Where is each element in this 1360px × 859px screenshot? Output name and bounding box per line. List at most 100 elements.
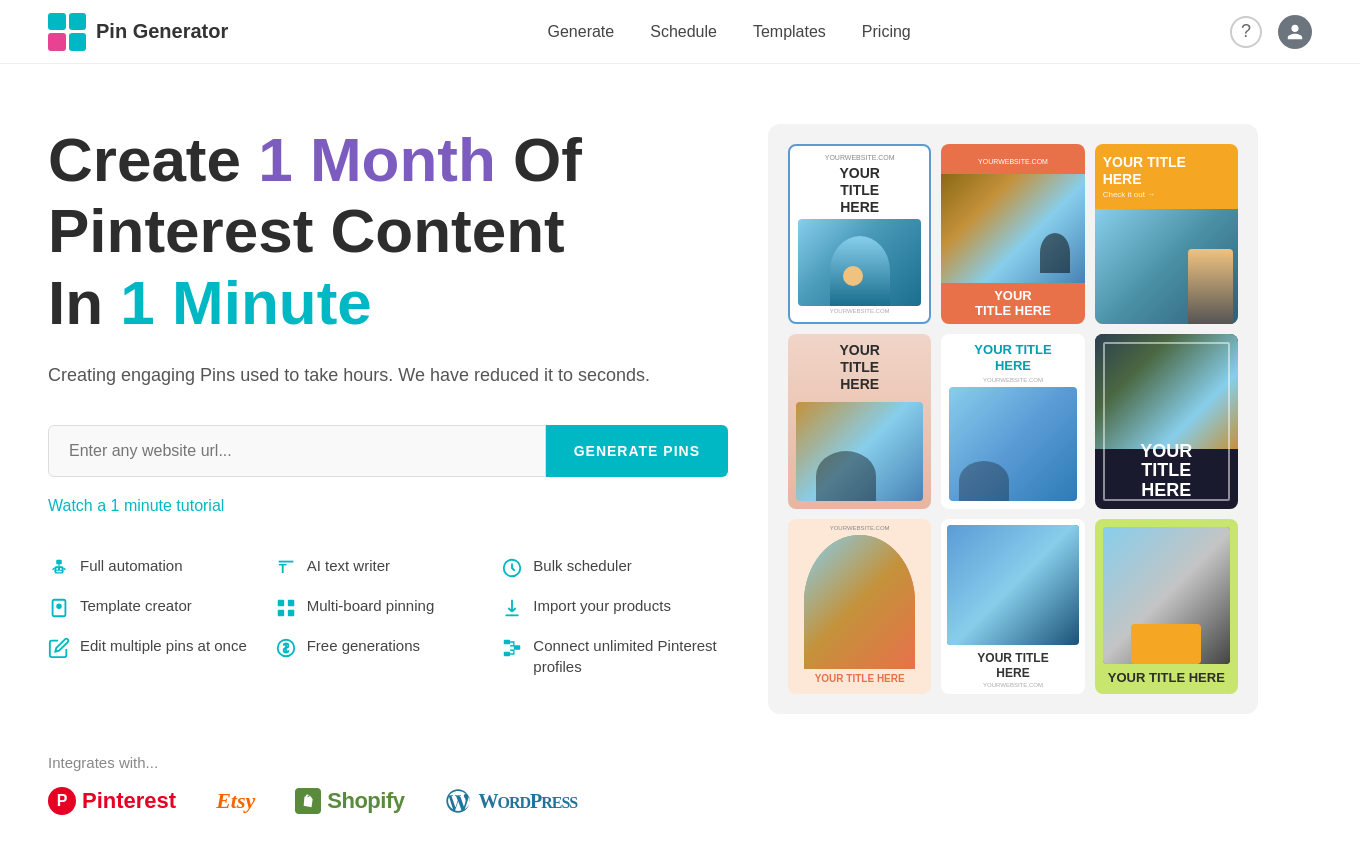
pin1-site2: YOURWEBSITE.COM bbox=[830, 308, 890, 314]
feature-ai-text-label: AI text writer bbox=[307, 555, 390, 576]
nav-schedule[interactable]: Schedule bbox=[650, 23, 717, 41]
user-button[interactable] bbox=[1278, 15, 1312, 49]
etsy-logo: Etsy bbox=[216, 788, 255, 814]
svg-rect-12 bbox=[287, 600, 293, 606]
pin1-image bbox=[798, 219, 921, 306]
feature-full-automation: Full automation bbox=[48, 555, 275, 579]
pin-card-6: YOURTITLEHERE bbox=[1095, 334, 1238, 509]
pin-card-4: YOURTITLEHERE bbox=[788, 334, 931, 509]
pin3-title-area: YOUR TITLEHERE Check it out → bbox=[1095, 144, 1238, 209]
templates-preview: YOURWEBSITE.COM YOURTITLEHERE YOURWEBSIT… bbox=[768, 124, 1258, 714]
feature-edit-multiple-text: Edit multiple pins at once bbox=[80, 635, 247, 656]
pin-card-9: YOUR TITLE HERE bbox=[1095, 519, 1238, 694]
pin2-header-text: YOURWEBSITE.COM bbox=[978, 158, 1048, 165]
pin2-title: YOURTITLE HERE bbox=[941, 283, 1084, 324]
logo-icon bbox=[48, 13, 86, 51]
pin8-image bbox=[947, 525, 1078, 645]
pin-card-2: YOURWEBSITE.COM YOURTITLE HERE bbox=[941, 144, 1084, 324]
svg-line-6 bbox=[53, 568, 55, 570]
hero-title: Create 1 Month OfPinterest ContentIn 1 M… bbox=[48, 124, 728, 338]
pins-grid: YOURWEBSITE.COM YOURTITLEHERE YOURWEBSIT… bbox=[788, 144, 1238, 694]
hero-input-row: GENERATE PINS bbox=[48, 425, 728, 477]
download-icon bbox=[501, 597, 523, 619]
pin-card-3: YOUR TITLEHERE Check it out → bbox=[1095, 144, 1238, 324]
pin3-image bbox=[1095, 209, 1238, 324]
pin1-title: YOURTITLEHERE bbox=[798, 165, 921, 215]
feature-template-creator: Template creator bbox=[48, 595, 275, 619]
svg-text:T: T bbox=[278, 560, 286, 575]
feature-free-generations-text: Free generations bbox=[307, 635, 420, 656]
nav-generate[interactable]: Generate bbox=[548, 23, 615, 41]
pin7-image bbox=[804, 535, 915, 669]
grid-icon bbox=[275, 597, 297, 619]
url-input[interactable] bbox=[48, 425, 546, 477]
connect-icon bbox=[501, 637, 523, 659]
hero-subtitle: Creating engaging Pins used to take hour… bbox=[48, 362, 728, 389]
generate-button[interactable]: GENERATE PINS bbox=[546, 425, 728, 477]
pin-card-5: YOUR TITLEHERE YOURWEBSITE.COM bbox=[941, 334, 1084, 509]
nav-right: ? bbox=[1230, 15, 1312, 49]
shopify-logo: Shopify bbox=[295, 788, 404, 814]
wordpress-logo: WORDPRESS bbox=[444, 787, 577, 815]
svg-rect-13 bbox=[277, 610, 283, 616]
help-button[interactable]: ? bbox=[1230, 16, 1262, 48]
svg-rect-0 bbox=[54, 566, 63, 573]
nav-templates[interactable]: Templates bbox=[753, 23, 826, 41]
pin1-site: YOURWEBSITE.COM bbox=[798, 154, 921, 161]
logo[interactable]: Pin Generator bbox=[48, 13, 228, 51]
integrations-section: Integrates with... P Pinterest Etsy Shop… bbox=[0, 754, 1360, 855]
wordpress-label: WORDPRESS bbox=[478, 790, 577, 813]
svg-rect-14 bbox=[287, 610, 293, 616]
wordpress-icon bbox=[444, 787, 472, 815]
nav-pricing[interactable]: Pricing bbox=[862, 23, 911, 41]
svg-rect-11 bbox=[277, 600, 283, 606]
hero-accent1: 1 Month bbox=[258, 125, 496, 194]
hero-title-part1: Create bbox=[48, 125, 258, 194]
feature-import-products: Import your products bbox=[501, 595, 728, 619]
pin3-subtitle: Check it out → bbox=[1103, 190, 1230, 199]
pin8-title: YOUR TITLEHERE bbox=[947, 651, 1078, 680]
pin7-title: YOUR TITLE HERE bbox=[798, 673, 921, 684]
pin9-title: YOUR TITLE HERE bbox=[1103, 670, 1230, 686]
pin6-title: YOURTITLEHERE bbox=[1140, 442, 1192, 501]
pin4-image bbox=[796, 402, 923, 501]
feature-import-products-text: Import your products bbox=[533, 595, 671, 616]
robot-icon bbox=[48, 557, 70, 579]
pin1-top: YOURWEBSITE.COM YOURTITLEHERE bbox=[798, 154, 921, 219]
pin2-title-text: YOURTITLE HERE bbox=[945, 289, 1080, 318]
svg-rect-1 bbox=[56, 560, 62, 565]
integrations-label: Integrates with... bbox=[48, 754, 1312, 771]
feature-free-generations: Free generations bbox=[275, 635, 502, 677]
integrations-logos: P Pinterest Etsy Shopify WORDPRESS bbox=[48, 787, 1312, 815]
pin4-title: YOURTITLEHERE bbox=[839, 342, 879, 392]
feature-bulk-scheduler: Bulk scheduler bbox=[501, 555, 728, 579]
svg-point-4 bbox=[60, 568, 62, 570]
feature-connect-profiles-text: Connect unlimited Pinterest profiles bbox=[533, 635, 728, 677]
pin9-image bbox=[1103, 527, 1230, 664]
svg-line-7 bbox=[64, 568, 66, 570]
pin8-site: YOURWEBSITE.COM bbox=[947, 682, 1078, 688]
text-writer-icon: T bbox=[275, 557, 297, 579]
shopify-label: Shopify bbox=[327, 788, 404, 814]
svg-rect-5 bbox=[56, 571, 62, 572]
hero-section: Create 1 Month OfPinterest ContentIn 1 M… bbox=[0, 64, 1360, 754]
tutorial-link[interactable]: Watch a 1 minute tutorial bbox=[48, 497, 224, 515]
pin5-site: YOURWEBSITE.COM bbox=[949, 377, 1076, 383]
pin2-image bbox=[941, 174, 1084, 283]
navbar: Pin Generator Generate Schedule Template… bbox=[0, 0, 1360, 64]
pin7-footer: YOUR TITLE HERE bbox=[794, 669, 925, 688]
dollar-icon bbox=[275, 637, 297, 659]
hero-accent2: 1 Minute bbox=[120, 268, 371, 337]
feature-template-creator-text: Template creator bbox=[80, 595, 192, 616]
clock-icon bbox=[501, 557, 523, 579]
svg-rect-18 bbox=[514, 645, 520, 650]
pinterest-icon: P bbox=[48, 787, 76, 815]
pinterest-label: Pinterest bbox=[82, 788, 176, 814]
feature-multi-board-text: Multi-board pinning bbox=[307, 595, 435, 616]
feature-ai-text: T AI text writer bbox=[275, 555, 502, 579]
svg-rect-17 bbox=[504, 652, 510, 657]
etsy-label: Etsy bbox=[216, 788, 255, 814]
pin3-title-text: YOUR TITLEHERE bbox=[1103, 154, 1230, 188]
pin-card-8: YOUR TITLEHERE YOURWEBSITE.COM bbox=[941, 519, 1084, 694]
svg-point-3 bbox=[56, 568, 58, 570]
